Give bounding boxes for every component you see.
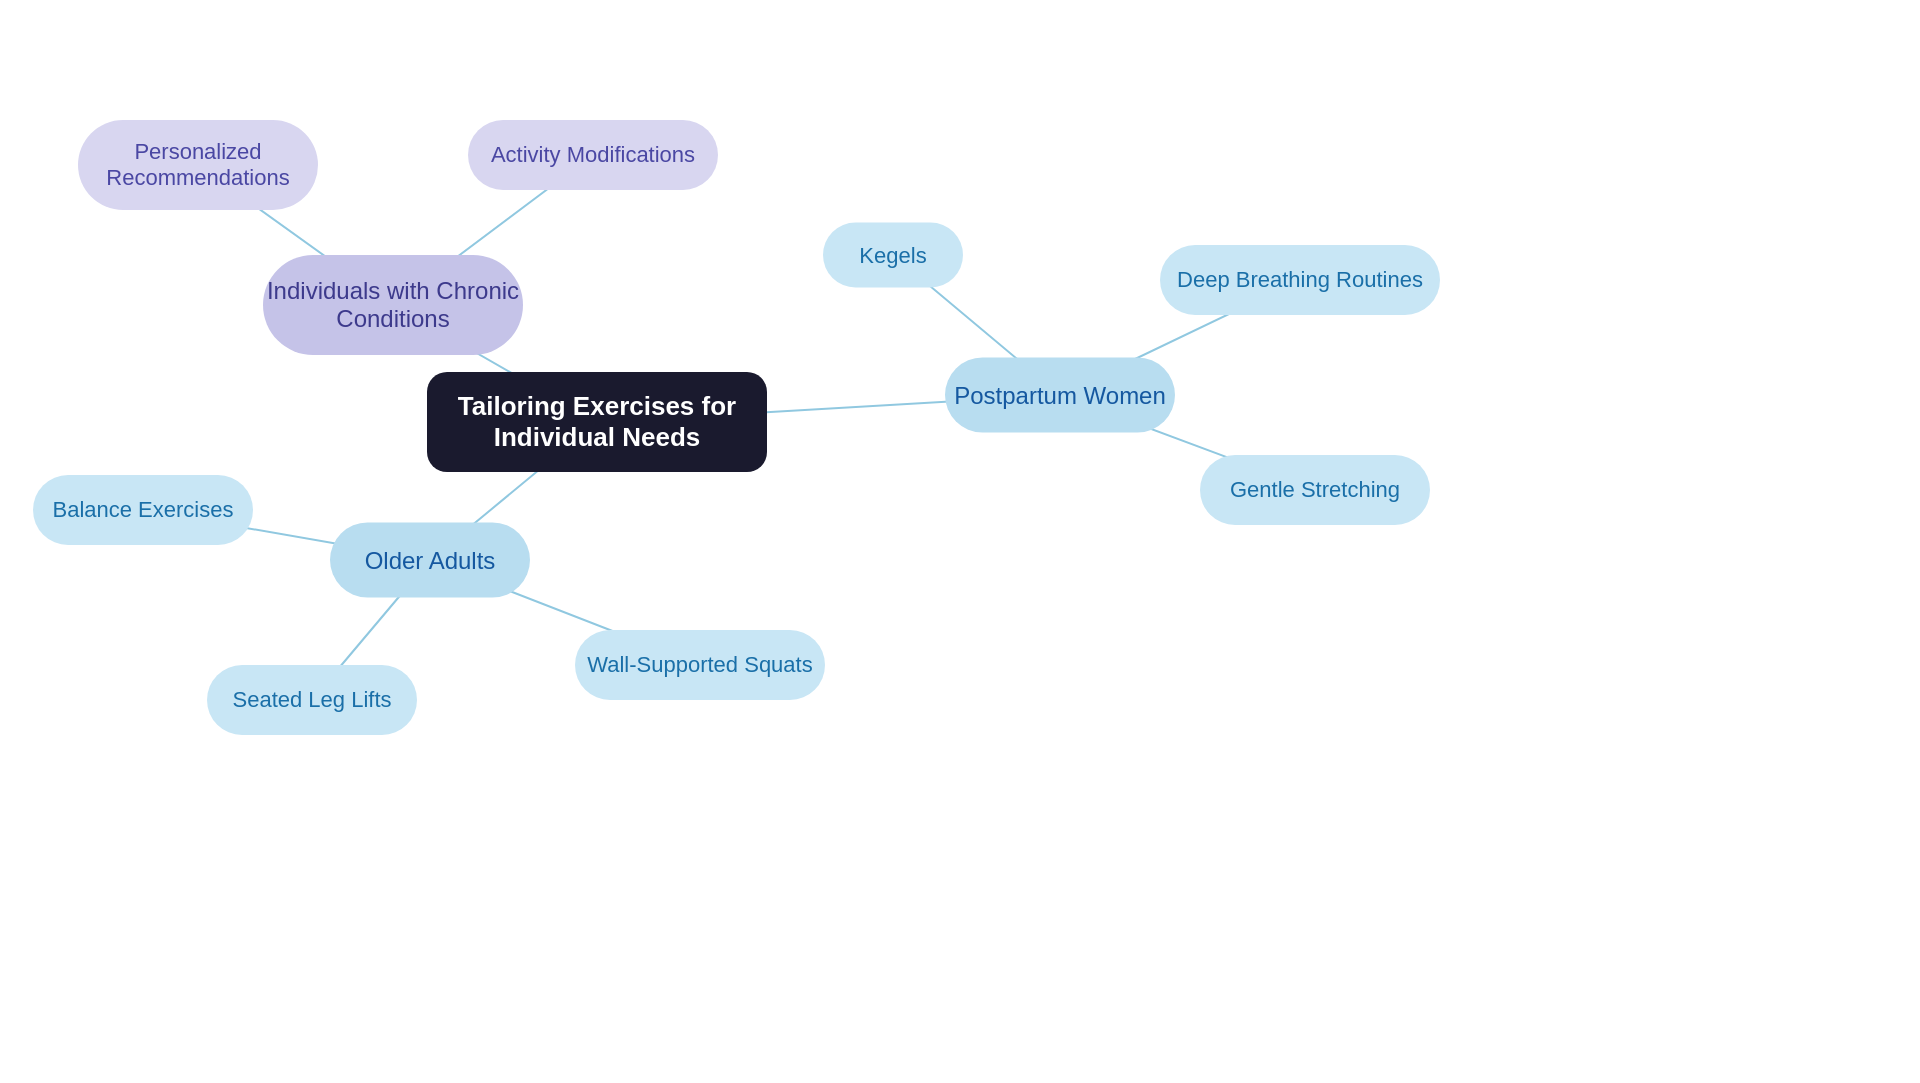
node-balance[interactable]: Balance Exercises xyxy=(33,475,253,545)
node-kegels[interactable]: Kegels xyxy=(823,223,963,288)
node-postpartum[interactable]: Postpartum Women xyxy=(945,358,1175,433)
node-gentle[interactable]: Gentle Stretching xyxy=(1200,455,1430,525)
node-seated[interactable]: Seated Leg Lifts xyxy=(207,665,417,735)
node-wall[interactable]: Wall-Supported Squats xyxy=(575,630,825,700)
node-chronic[interactable]: Individuals with Chronic Conditions xyxy=(263,255,523,355)
node-older[interactable]: Older Adults xyxy=(330,523,530,598)
node-activity[interactable]: Activity Modifications xyxy=(468,120,718,190)
node-personalized[interactable]: Personalized Recommendations xyxy=(78,120,318,210)
node-deep[interactable]: Deep Breathing Routines xyxy=(1160,245,1440,315)
node-center[interactable]: Tailoring Exercises for Individual Needs xyxy=(427,372,767,472)
mind-map-container: Tailoring Exercises for Individual Needs… xyxy=(0,0,1920,1083)
